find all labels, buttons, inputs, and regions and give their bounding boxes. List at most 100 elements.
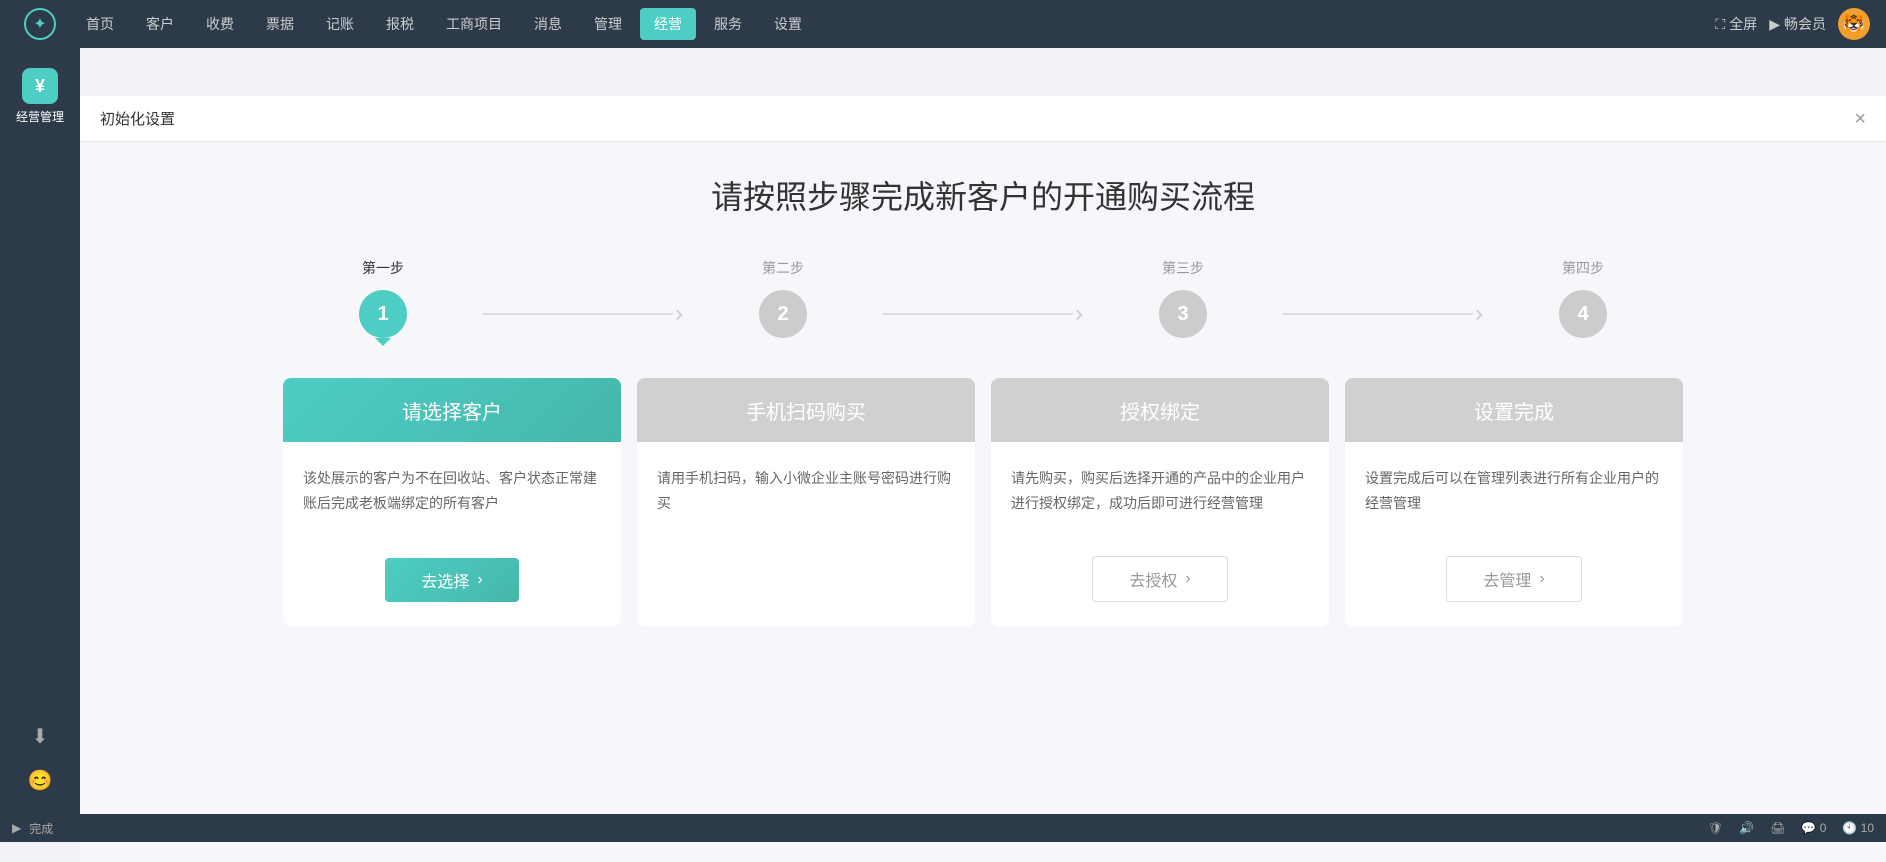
- nav-item-charge[interactable]: 收费: [192, 8, 248, 40]
- status-text: 完成: [29, 820, 53, 837]
- go-manage-arrow: ›: [1539, 570, 1544, 588]
- member-label: 畅会员: [1784, 14, 1826, 34]
- app-logo[interactable]: ✦: [16, 0, 64, 48]
- shield-icon: 🛡: [1708, 821, 1723, 835]
- clock-icon: 🕙 10: [1842, 821, 1874, 835]
- card-3-title: 授权绑定: [1120, 396, 1200, 425]
- card-1-footer: 去选择 ›: [283, 542, 621, 626]
- step-1-number: 1: [377, 303, 388, 326]
- main-content-area: 初始化设置 × 请按照步骤完成新客户的开通购买流程 第一步 1 ›: [80, 96, 1886, 862]
- status-bar: ▶ 完成 🛡 🔊 🖨 💬 0 🕙 10: [0, 814, 1886, 842]
- nav-item-settings[interactable]: 设置: [760, 8, 816, 40]
- card-4-title: 设置完成: [1474, 396, 1554, 425]
- nav-item-tax[interactable]: 报税: [372, 8, 428, 40]
- nav-item-message[interactable]: 消息: [520, 8, 576, 40]
- yen-icon: ¥: [22, 68, 58, 104]
- go-auth-arrow: ›: [1185, 570, 1190, 588]
- printer-icon[interactable]: 🖨: [1770, 821, 1785, 835]
- nav-item-service[interactable]: 服务: [700, 8, 756, 40]
- cards-row: 请选择客户 该处展示的客户为不在回收站、客户状态正常建账后完成老板端绑定的所有客…: [283, 378, 1683, 626]
- volume-icon[interactable]: 🔊: [1739, 821, 1754, 835]
- message-count: 💬 0: [1801, 821, 1826, 835]
- card-2-text: 请用手机扫码，输入小微企业主账号密码进行购买: [657, 470, 951, 511]
- page-header: 初始化设置 ×: [80, 96, 1886, 142]
- card-3-text: 请先购买，购买后选择开通的产品中的企业用户进行授权绑定，成功后即可进行经营管理: [1011, 470, 1305, 511]
- steps-container: 第一步 1 › 第二步 2: [120, 258, 1846, 626]
- download-icon[interactable]: ⬇: [22, 718, 58, 754]
- card-scan-buy: 手机扫码购买 请用手机扫码，输入小微企业主账号密码进行购买: [637, 378, 975, 626]
- go-auth-label: 去授权: [1129, 567, 1177, 591]
- member-button[interactable]: ▶ 畅会员: [1769, 14, 1826, 34]
- close-button[interactable]: ×: [1854, 109, 1866, 129]
- step-3-header: 第三步 3: [1083, 258, 1283, 338]
- nav-item-accounting[interactable]: 记账: [312, 8, 368, 40]
- arrow-2-3: ›: [1075, 300, 1083, 328]
- step-2-label: 第二步: [762, 258, 804, 278]
- step-4-header: 第四步 4: [1483, 258, 1683, 338]
- line-2-3: [883, 313, 1073, 315]
- page-title: 初始化设置: [100, 108, 175, 129]
- card-1-header: 请选择客户: [283, 378, 621, 442]
- card-auth-bind: 授权绑定 请先购买，购买后选择开通的产品中的企业用户进行授权绑定，成功后即可进行…: [991, 378, 1329, 626]
- arrow-3-4: ›: [1475, 300, 1483, 328]
- step-2-header: 第二步 2: [683, 258, 883, 338]
- line-1-2: [483, 313, 673, 315]
- go-manage-button[interactable]: 去管理 ›: [1446, 556, 1581, 602]
- step-4-number: 4: [1577, 303, 1588, 326]
- step-4-label: 第四步: [1562, 258, 1604, 278]
- play-icon: ▶: [1769, 16, 1780, 33]
- card-2-header: 手机扫码购买: [637, 378, 975, 442]
- nav-item-customer[interactable]: 客户: [132, 8, 188, 40]
- sidebar-item-operation[interactable]: ¥ 经营管理: [4, 60, 76, 133]
- arrow-1-2: ›: [675, 300, 683, 328]
- nav-item-manage[interactable]: 管理: [580, 8, 636, 40]
- nav-item-bills[interactable]: 票据: [252, 8, 308, 40]
- card-select-customer: 请选择客户 该处展示的客户为不在回收站、客户状态正常建账后完成老板端绑定的所有客…: [283, 378, 621, 626]
- step-3-circle: 3: [1159, 290, 1207, 338]
- status-play-icon[interactable]: ▶: [12, 821, 21, 835]
- fullscreen-icon: ⛶: [1715, 16, 1725, 33]
- top-navigation: ✦ 首页 客户 收费 票据 记账 报税 工商项目 消息 管理 经营 服务 设置 …: [0, 0, 1886, 48]
- user-avatar[interactable]: 🐯: [1838, 8, 1870, 40]
- card-1-text: 该处展示的客户为不在回收站、客户状态正常建账后完成老板端绑定的所有客户: [303, 470, 597, 511]
- fullscreen-button[interactable]: ⛶ 全屏: [1715, 14, 1757, 34]
- go-auth-button[interactable]: 去授权 ›: [1092, 556, 1227, 602]
- steps-header-row: 第一步 1 › 第二步 2: [283, 258, 1683, 338]
- step-1-circle: 1: [359, 290, 407, 338]
- go-select-arrow: ›: [477, 571, 482, 589]
- content-area: 请按照步骤完成新客户的开通购买流程 第一步 1 ›: [80, 142, 1886, 858]
- step-4-circle: 4: [1559, 290, 1607, 338]
- step-2-circle: 2: [759, 290, 807, 338]
- card-4-text: 设置完成后可以在管理列表进行所有企业用户的经营管理: [1365, 470, 1659, 511]
- card-4-body: 设置完成后可以在管理列表进行所有企业用户的经营管理: [1345, 442, 1683, 540]
- card-2-title: 手机扫码购买: [746, 396, 866, 425]
- sidebar-item-label: 经营管理: [16, 108, 64, 125]
- card-3-body: 请先购买，购买后选择开通的产品中的企业用户进行授权绑定，成功后即可进行经营管理: [991, 442, 1329, 540]
- support-icon[interactable]: 😊: [22, 762, 58, 798]
- step-3-label: 第三步: [1162, 258, 1204, 278]
- card-4-footer: 去管理 ›: [1345, 540, 1683, 626]
- connector-2-3: ›: [883, 258, 1083, 328]
- card-4-header: 设置完成: [1345, 378, 1683, 442]
- step-1-header: 第一步 1: [283, 258, 483, 338]
- nav-right-area: ⛶ 全屏 ▶ 畅会员 🐯: [1715, 8, 1870, 40]
- step-3-number: 3: [1177, 303, 1188, 326]
- card-1-title: 请选择客户: [402, 396, 502, 425]
- connector-3-4: ›: [1283, 258, 1483, 328]
- step-1-label: 第一步: [362, 258, 404, 278]
- card-setup-complete: 设置完成 设置完成后可以在管理列表进行所有企业用户的经营管理 去管理 ›: [1345, 378, 1683, 626]
- sidebar-bottom-area: ⬇ 😊: [22, 718, 58, 814]
- fullscreen-label: 全屏: [1729, 14, 1757, 34]
- connector-1-2: ›: [483, 258, 683, 328]
- card-3-footer: 去授权 ›: [991, 540, 1329, 626]
- logo-icon: ✦: [24, 8, 56, 40]
- go-select-button[interactable]: 去选择 ›: [385, 558, 518, 602]
- left-sidebar: ¥ 经营管理 ⬇ 😊: [0, 48, 80, 814]
- card-3-header: 授权绑定: [991, 378, 1329, 442]
- nav-item-business[interactable]: 工商项目: [432, 8, 516, 40]
- nav-item-home[interactable]: 首页: [72, 8, 128, 40]
- line-3-4: [1283, 313, 1473, 315]
- card-2-footer: [637, 586, 975, 626]
- step-2-number: 2: [777, 303, 788, 326]
- nav-item-operation[interactable]: 经营: [640, 8, 696, 40]
